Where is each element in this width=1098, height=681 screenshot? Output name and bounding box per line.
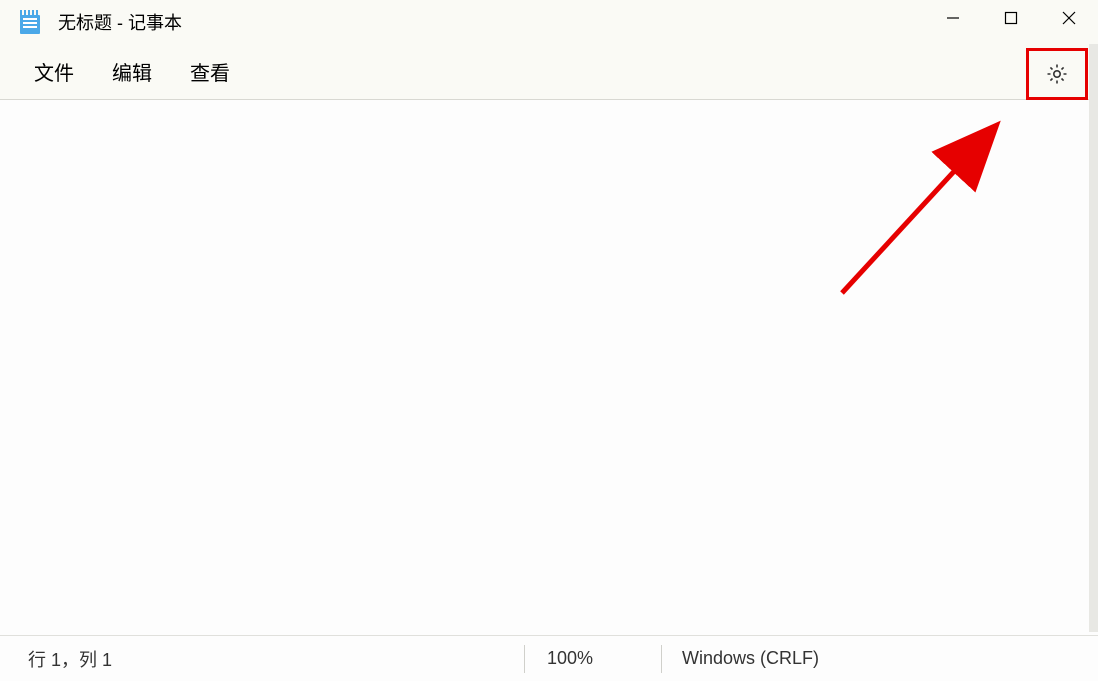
window-controls: [924, 0, 1098, 44]
statusbar: 行 1，列 1 100% Windows (CRLF): [0, 635, 1098, 681]
menu-edit[interactable]: 编辑: [94, 51, 170, 92]
status-line-ending: Windows (CRLF): [662, 636, 1098, 681]
gear-icon: [1045, 62, 1069, 86]
editor-area: [0, 100, 1098, 635]
window-title: 无标题 - 记事本: [58, 9, 182, 35]
vertical-scrollbar[interactable]: [1089, 44, 1098, 632]
titlebar: 无标题 - 记事本: [0, 0, 1098, 44]
menu-file[interactable]: 文件: [16, 51, 92, 92]
titlebar-left: 无标题 - 记事本: [0, 9, 182, 35]
notepad-icon: [20, 10, 40, 34]
menubar: 文件 编辑 查看: [0, 44, 1098, 100]
text-editor[interactable]: [0, 100, 1098, 635]
minimize-button[interactable]: [924, 0, 982, 36]
settings-button[interactable]: [1026, 48, 1088, 100]
maximize-button[interactable]: [982, 0, 1040, 36]
close-button[interactable]: [1040, 0, 1098, 36]
status-zoom: 100%: [525, 636, 661, 681]
menu-view[interactable]: 查看: [172, 51, 248, 92]
status-cursor-position: 行 1，列 1: [0, 636, 524, 681]
